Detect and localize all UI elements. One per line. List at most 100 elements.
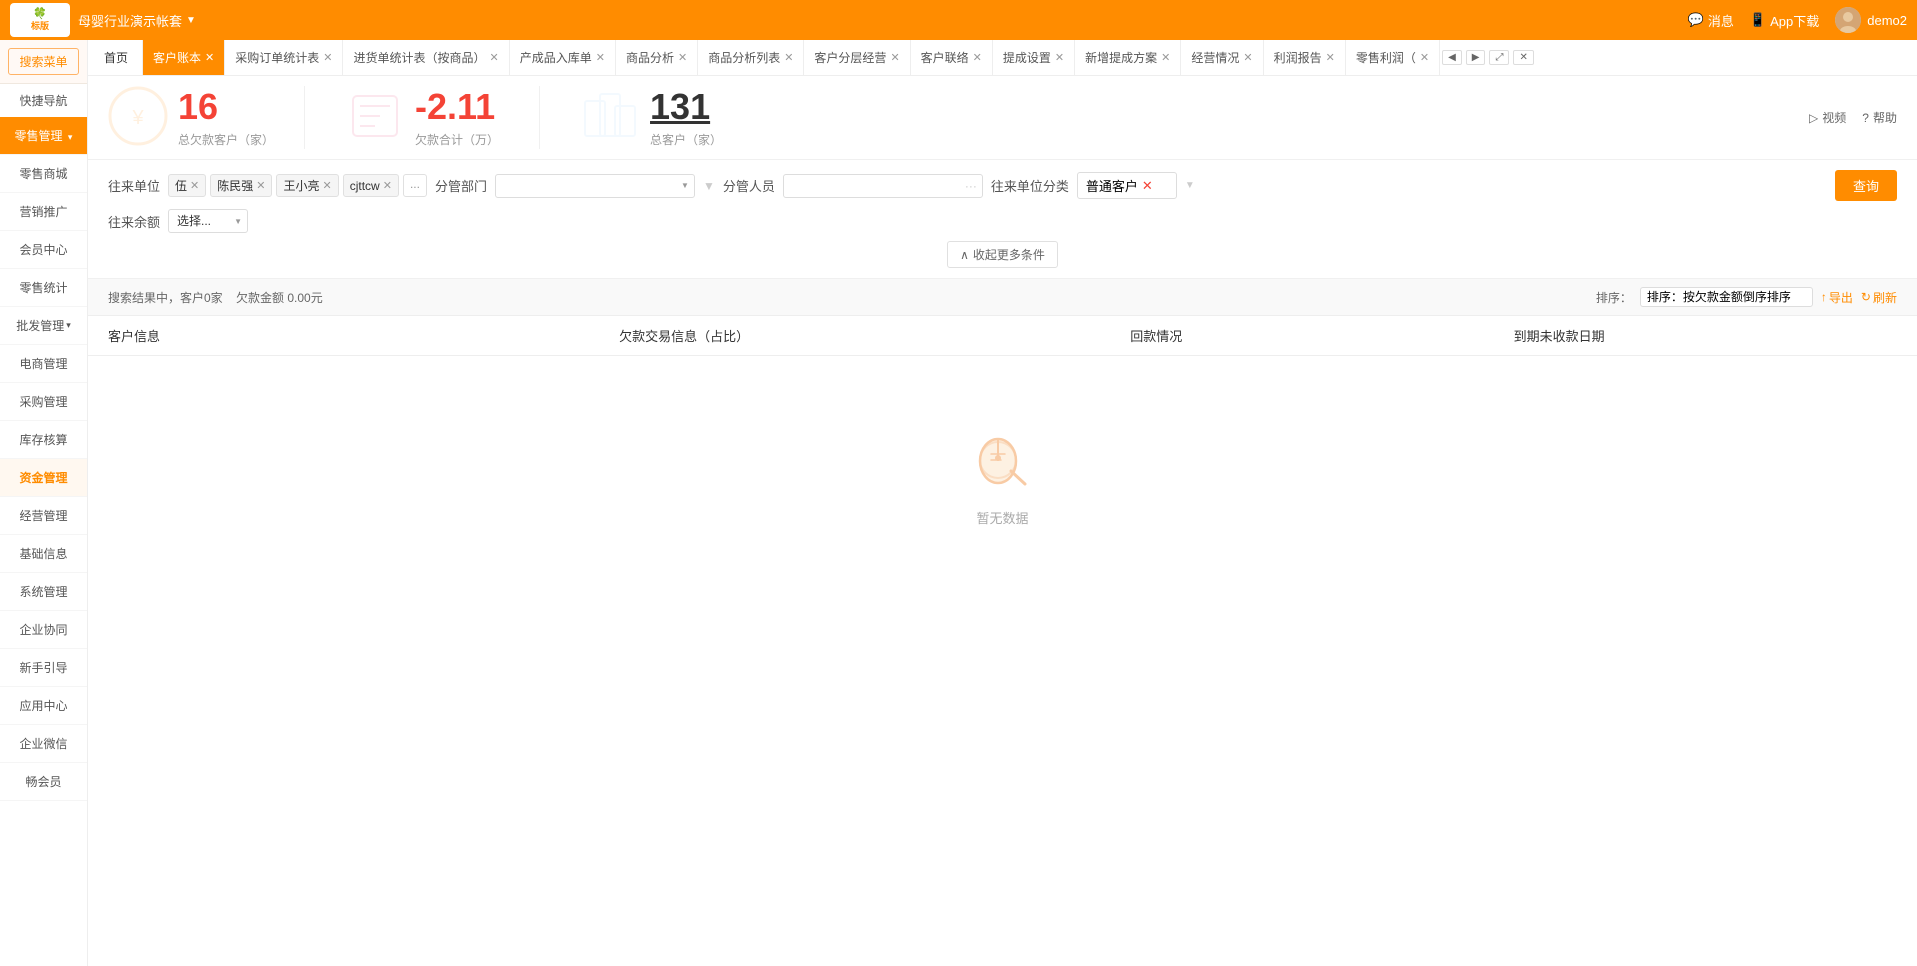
sidebar-item-retail-mall[interactable]: 零售商城 — [0, 155, 87, 193]
app-download-btn[interactable]: 📱 App下载 — [1750, 11, 1819, 30]
search-menu-btn[interactable]: 搜索菜单 — [8, 48, 79, 75]
tab-close-operations-status[interactable]: ✕ — [1243, 51, 1252, 64]
tab-close-prompt-settings[interactable]: ✕ — [1055, 51, 1064, 64]
tab-fullscreen-btn[interactable]: ⤢ — [1489, 50, 1509, 65]
sidebar-item-purchase[interactable]: 采购管理 — [0, 383, 87, 421]
tag-close-wu[interactable]: ✕ — [190, 179, 199, 192]
sidebar-item-basic-info[interactable]: 基础信息 — [0, 535, 87, 573]
tab-close-customer-contact[interactable]: ✕ — [973, 51, 982, 64]
person-filter-input[interactable] — [783, 174, 983, 198]
tag-close-cjttcw[interactable]: ✕ — [383, 179, 392, 192]
sort-wrap[interactable]: 排序：按欠款金额倒序排序 — [1640, 287, 1813, 307]
tab-prev-btn[interactable]: ◀ — [1442, 50, 1462, 65]
tab-purchase-order-stats[interactable]: 采购订单统计表 ✕ — [225, 40, 343, 76]
message-btn[interactable]: 💬 消息 — [1688, 11, 1734, 30]
tab-product-inbound[interactable]: 产成品入库单 ✕ — [510, 40, 616, 76]
balance-filter-select[interactable]: 选择... — [168, 209, 248, 233]
sidebar-item-marketing[interactable]: 营销推广 — [0, 193, 87, 231]
sidebar-item-new-guide[interactable]: 新手引导 — [0, 649, 87, 687]
quick-nav-btn[interactable]: 快捷导航 — [0, 84, 87, 117]
selector-wrap[interactable]: 母婴行业演示帐套 ▼ — [78, 11, 196, 30]
sidebar-item-vip-member[interactable]: 畅会员 — [0, 763, 87, 801]
collapse-btn[interactable]: ∧ 收起更多条件 — [947, 241, 1058, 268]
user-menu[interactable]: demo2 — [1835, 7, 1907, 33]
sidebar-item-member-center[interactable]: 会员中心 — [0, 231, 87, 269]
tab-close-inbound[interactable]: ✕ — [490, 51, 499, 64]
sidebar-item-retail-stats[interactable]: 零售统计 — [0, 269, 87, 307]
dept-filter-label: 分管部门 — [435, 176, 487, 195]
tab-prompt-settings[interactable]: 提成设置 ✕ — [993, 40, 1075, 76]
sidebar-item-inventory[interactable]: 库存核算 — [0, 421, 87, 459]
tab-close-all-btn[interactable]: ✕ — [1513, 50, 1533, 65]
tab-product-analysis-list[interactable]: 商品分析列表 ✕ — [698, 40, 804, 76]
filter-tag-chen[interactable]: 陈民强 ✕ — [210, 174, 272, 197]
tab-close-product-analysis-list[interactable]: ✕ — [784, 51, 793, 64]
sidebar-item-operations[interactable]: 经营管理 — [0, 497, 87, 535]
tab-close-purchase-order[interactable]: ✕ — [323, 51, 332, 64]
table-wrap: 客户信息 欠款交易信息（占比） 回款情况 到期未收款日期 — [88, 316, 1917, 966]
person-filter-wrap: ··· — [783, 174, 983, 198]
table-header-debt: 欠款交易信息（占比） — [619, 326, 1130, 345]
content-area: 首页 客户账本 ✕ 采购订单统计表 ✕ 进货单统计表（按商品） ✕ 产成品入库单… — [88, 40, 1917, 966]
filter-tag-wu[interactable]: 伍 ✕ — [168, 174, 206, 197]
balance-filter-wrap[interactable]: 选择... — [168, 209, 248, 233]
video-btn[interactable]: ▷ 视频 — [1809, 109, 1846, 126]
tab-close-retail-profit[interactable]: ✕ — [1420, 51, 1429, 64]
tab-profit-report[interactable]: 利润报告 ✕ — [1264, 40, 1346, 76]
sidebar-search-section: 搜索菜单 — [0, 40, 87, 84]
tab-retail-profit[interactable]: 零售利润（ ✕ — [1346, 40, 1440, 76]
sidebar-item-finance[interactable]: 资金管理 — [0, 459, 87, 497]
tab-close-product-inbound[interactable]: ✕ — [596, 51, 605, 64]
filter-tag-wang[interactable]: 王小亮 ✕ — [276, 174, 338, 197]
empty-icon — [963, 416, 1043, 496]
dept-filter-input[interactable] — [495, 174, 695, 198]
tab-close-customer-segment[interactable]: ✕ — [890, 51, 899, 64]
sort-select[interactable]: 排序：按欠款金额倒序排序 — [1640, 287, 1813, 307]
unit-class-tag-close[interactable]: ✕ — [1142, 178, 1153, 194]
sidebar-item-retail-manage[interactable]: 零售管理 ▾ — [0, 117, 87, 155]
sidebar-item-enterprise-coop[interactable]: 企业协同 — [0, 611, 87, 649]
tab-customer-contact[interactable]: 客户联络 ✕ — [911, 40, 993, 76]
sidebar: 搜索菜单 快捷导航 零售管理 ▾ 零售商城 营销推广 会员中心 零售统计 批发管… — [0, 40, 88, 966]
tab-new-prompt-plan[interactable]: 新增提成方案 ✕ — [1075, 40, 1181, 76]
tab-customer-segment[interactable]: 客户分层经营 ✕ — [804, 40, 910, 76]
stat-icon-customers: ¥ — [108, 86, 168, 149]
query-btn[interactable]: 查询 — [1835, 170, 1897, 201]
person-filter-label: 分管人员 — [723, 176, 775, 195]
sidebar-item-system[interactable]: 系统管理 — [0, 573, 87, 611]
tab-next-btn[interactable]: ▶ — [1466, 50, 1486, 65]
tab-close-new-prompt-plan[interactable]: ✕ — [1161, 51, 1170, 64]
tab-close-accounts-receivable[interactable]: ✕ — [205, 51, 214, 64]
refresh-btn[interactable]: ↻ 刷新 — [1861, 289, 1897, 306]
tab-close-product-analysis[interactable]: ✕ — [678, 51, 687, 64]
sidebar-item-ecommerce[interactable]: 电商管理 — [0, 345, 87, 383]
stat-icon-amount — [345, 86, 405, 149]
tab-accounts-receivable[interactable]: 客户账本 ✕ — [143, 40, 225, 76]
balance-filter-label: 往来余额 — [108, 212, 160, 231]
filter-tag-cjttcw[interactable]: cjttcw ✕ — [343, 174, 399, 197]
top-bar-left: 🍀 标版 母婴行业演示帐套 ▼ — [10, 3, 196, 37]
user-name: demo2 — [1867, 13, 1907, 28]
sidebar-item-wholesale-manage[interactable]: 批发管理 ▾ — [0, 307, 87, 345]
avatar — [1835, 7, 1861, 33]
tag-close-wang[interactable]: ✕ — [323, 179, 332, 192]
tab-inbound-stats[interactable]: 进货单统计表（按商品） ✕ — [343, 40, 509, 76]
sidebar-item-enterprise-wechat[interactable]: 企业微信 — [0, 725, 87, 763]
unit-filter-tags: 伍 ✕ 陈民强 ✕ 王小亮 ✕ cjttcw ✕ — [168, 174, 427, 197]
tab-operations-status[interactable]: 经营情况 ✕ — [1181, 40, 1263, 76]
stat-value-customers: 16 — [178, 87, 274, 127]
person-more-btn[interactable]: ··· — [965, 179, 977, 193]
tab-home[interactable]: 首页 — [90, 40, 143, 76]
unit-class-filter-wrap[interactable]: 普通客户 ✕ — [1077, 172, 1177, 199]
dept-filter-wrap[interactable] — [495, 174, 695, 198]
unit-class-filter-label: 往来单位分类 — [991, 176, 1069, 195]
help-btn[interactable]: ? 帮助 — [1862, 109, 1897, 126]
tab-close-profit-report[interactable]: ✕ — [1326, 51, 1335, 64]
sidebar-item-app-center[interactable]: 应用中心 — [0, 687, 87, 725]
filter-more-tags-btn[interactable]: ... — [403, 174, 427, 197]
app-logo: 🍀 标版 — [10, 3, 70, 37]
export-btn[interactable]: ↑ 导出 — [1821, 289, 1853, 306]
tag-close-chen[interactable]: ✕ — [256, 179, 265, 192]
tab-product-analysis[interactable]: 商品分析 ✕ — [616, 40, 698, 76]
stat-label-amount: 欠款合计（万） — [415, 131, 499, 148]
